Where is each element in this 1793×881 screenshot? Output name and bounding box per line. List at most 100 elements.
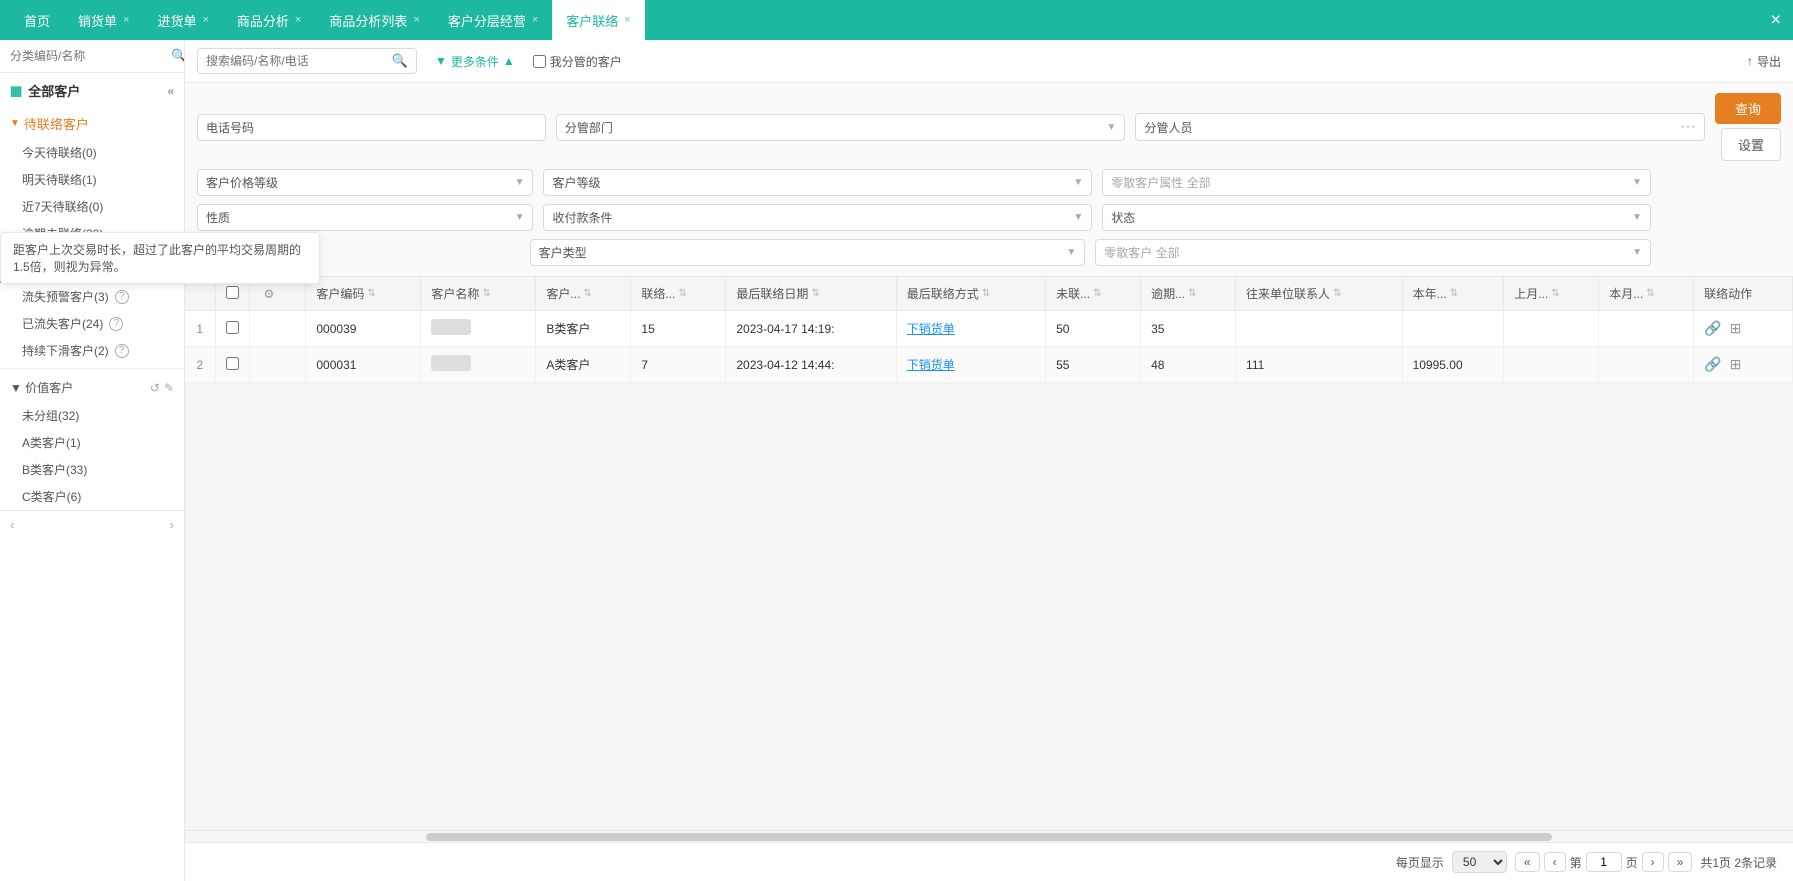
row-contact: 7 bbox=[631, 347, 726, 383]
nav-sales[interactable]: 销货单 × bbox=[64, 0, 143, 40]
my-customers-filter[interactable]: 我分管的客户 bbox=[533, 53, 622, 70]
status-arrow-icon: ▼ bbox=[1632, 212, 1642, 223]
zero-attr-filter[interactable]: 零散客户属性 全部 ▼ bbox=[1102, 169, 1651, 196]
zero-attr-arrow-icon: ▼ bbox=[1632, 177, 1642, 188]
filter-row-2: 客户价格等级 ▼ 客户等级 ▼ 零散客户属性 全部 ▼ bbox=[197, 169, 1781, 196]
search-icon[interactable]: 🔍 bbox=[392, 53, 408, 69]
year-sort-icon[interactable]: ⇅ bbox=[1450, 288, 1458, 299]
sidebar-churned[interactable]: 已流失客户(24) ? bbox=[0, 310, 184, 337]
value-customer-edit-icon[interactable]: ✎ bbox=[164, 381, 174, 395]
nav-product-list-close[interactable]: × bbox=[413, 14, 419, 26]
method-sort-icon[interactable]: ⇅ bbox=[982, 288, 990, 299]
page-size-select[interactable]: 50 100 200 bbox=[1452, 851, 1507, 873]
row-code: 000031 bbox=[306, 347, 421, 383]
export-btn[interactable]: ↑ 导出 bbox=[1747, 53, 1781, 70]
grade-filter[interactable]: 客户等级 ▼ bbox=[543, 169, 1092, 196]
action-grid-icon[interactable]: ⊞ bbox=[1730, 356, 1742, 373]
name-sort-icon[interactable]: ⇅ bbox=[482, 288, 490, 299]
this-month-sort-icon[interactable]: ⇅ bbox=[1646, 288, 1654, 299]
code-sort-icon[interactable]: ⇅ bbox=[367, 288, 375, 299]
next-page-btn[interactable]: › bbox=[1642, 852, 1664, 872]
my-customers-checkbox[interactable] bbox=[533, 55, 546, 68]
close-all-tabs[interactable]: × bbox=[1770, 10, 1781, 31]
row-checkbox-cell[interactable] bbox=[215, 347, 249, 383]
nav-customer-contact-close[interactable]: × bbox=[624, 14, 630, 26]
sidebar-today-pending[interactable]: 今天待联络(0) bbox=[0, 139, 184, 166]
nav-sales-close[interactable]: × bbox=[123, 14, 129, 26]
overdue-sort-icon[interactable]: ⇅ bbox=[1188, 288, 1196, 299]
nav-customer-segment-close[interactable]: × bbox=[532, 14, 538, 26]
action-grid-icon[interactable]: ⊞ bbox=[1730, 320, 1742, 337]
churn-warning-info-icon[interactable]: ? bbox=[115, 290, 129, 304]
action-link-icon[interactable]: 🔗 bbox=[1704, 356, 1721, 373]
churned-info-icon[interactable]: ? bbox=[109, 317, 123, 331]
sidebar-prev-icon[interactable]: ‹ bbox=[10, 517, 14, 532]
customer-type-filter[interactable]: 客户类型 ▼ bbox=[530, 239, 1086, 266]
search-box[interactable]: 🔍 bbox=[197, 48, 417, 74]
sidebar-churn-warning[interactable]: 流失预警客户(3) ? bbox=[0, 283, 184, 310]
status-filter[interactable]: 状态 ▼ bbox=[1102, 204, 1651, 231]
price-grade-filter[interactable]: 客户价格等级 ▼ bbox=[197, 169, 533, 196]
payment-arrow-icon: ▼ bbox=[1073, 212, 1083, 223]
staff-filter[interactable]: 分管人员 ··· bbox=[1135, 113, 1705, 141]
top-nav: 首页 销货单 × 进货单 × 商品分析 × 商品分析列表 × 客户分层经营 × … bbox=[0, 0, 1793, 40]
sidebar-collapse-btn[interactable]: « bbox=[167, 84, 174, 98]
row-last-method: 下销货单 bbox=[896, 347, 1045, 383]
setting-btn[interactable]: 设置 bbox=[1721, 128, 1781, 161]
sidebar-grade-b[interactable]: B类客户(33) bbox=[0, 456, 184, 483]
first-page-btn[interactable]: « bbox=[1515, 852, 1540, 872]
date-sort-icon[interactable]: ⇅ bbox=[811, 288, 819, 299]
more-conditions-btn[interactable]: ▼ 更多条件 ▲ bbox=[427, 49, 523, 74]
nav-customer-segment[interactable]: 客户分层经营 × bbox=[434, 0, 552, 40]
staff-input[interactable] bbox=[1214, 120, 1680, 134]
sidebar-grade-a[interactable]: A类客户(1) bbox=[0, 429, 184, 456]
last-page-btn[interactable]: » bbox=[1668, 852, 1693, 872]
dept-filter[interactable]: 分管部门 ▼ bbox=[556, 114, 1126, 141]
sidebar-tomorrow-pending[interactable]: 明天待联络(1) bbox=[0, 166, 184, 193]
query-btn[interactable]: 查询 bbox=[1715, 93, 1781, 124]
sidebar-search-bar[interactable]: 🔍 bbox=[0, 40, 184, 73]
gender-filter[interactable]: 性质 ▼ bbox=[197, 204, 533, 231]
nav-home[interactable]: 首页 bbox=[10, 0, 64, 40]
contact-sort-icon[interactable]: ⇅ bbox=[678, 288, 686, 299]
row-checkbox[interactable] bbox=[226, 321, 239, 334]
nav-purchase[interactable]: 进货单 × bbox=[143, 0, 222, 40]
row-num: 1 bbox=[185, 311, 215, 347]
unit-sort-icon[interactable]: ⇅ bbox=[1333, 288, 1341, 299]
declining-info-icon[interactable]: ? bbox=[115, 344, 129, 358]
last-month-sort-icon[interactable]: ⇅ bbox=[1551, 288, 1559, 299]
nav-customer-contact[interactable]: 客户联络 × bbox=[552, 0, 644, 40]
nav-product-analysis[interactable]: 商品分析 × bbox=[223, 0, 315, 40]
staff-more-icon[interactable]: ··· bbox=[1680, 118, 1696, 136]
sidebar-search-input[interactable] bbox=[10, 49, 165, 63]
page-number-input[interactable] bbox=[1586, 852, 1622, 872]
row-checkbox[interactable] bbox=[226, 357, 239, 370]
horizontal-scrollbar[interactable] bbox=[185, 830, 1793, 842]
nav-product-analysis-close[interactable]: × bbox=[295, 14, 301, 26]
gear-settings-icon[interactable]: ⚙ bbox=[260, 285, 279, 303]
select-all-checkbox[interactable] bbox=[226, 286, 239, 299]
zero-customer-filter[interactable]: 零散客户 全部 ▼ bbox=[1095, 239, 1651, 266]
nav-product-list[interactable]: 商品分析列表 × bbox=[315, 0, 433, 40]
sidebar-next-icon[interactable]: › bbox=[170, 517, 174, 532]
action-link-icon[interactable]: 🔗 bbox=[1704, 320, 1721, 337]
sidebar-search-icon[interactable]: 🔍 bbox=[171, 48, 185, 64]
sidebar-7day-pending[interactable]: 近7天待联络(0) bbox=[0, 193, 184, 220]
sidebar-value-label[interactable]: ▼ 价值客户 bbox=[10, 379, 73, 396]
type-sort-icon[interactable]: ⇅ bbox=[583, 288, 591, 299]
phone-filter[interactable]: 电话号码 bbox=[197, 114, 546, 141]
prev-page-btn[interactable]: ‹ bbox=[1544, 852, 1566, 872]
sidebar-section-pending[interactable]: ▼ 待联络客户 bbox=[0, 108, 184, 139]
dept-input[interactable] bbox=[635, 120, 1103, 134]
nav-purchase-close[interactable]: × bbox=[202, 14, 208, 26]
phone-input[interactable] bbox=[276, 120, 537, 134]
sidebar-declining[interactable]: 持续下滑客户(2) ? bbox=[0, 337, 184, 364]
row-checkbox-cell[interactable] bbox=[215, 311, 249, 347]
sidebar-ungrouped[interactable]: 未分组(32) bbox=[0, 402, 184, 429]
payment-filter[interactable]: 收付款条件 ▼ bbox=[543, 204, 1092, 231]
sidebar-grade-c[interactable]: C类客户(6) bbox=[0, 483, 184, 510]
search-input[interactable] bbox=[206, 54, 386, 68]
dept-dropdown-icon[interactable]: ▼ bbox=[1107, 122, 1117, 133]
unread-sort-icon[interactable]: ⇅ bbox=[1093, 288, 1101, 299]
value-customer-refresh-icon[interactable]: ↺ bbox=[150, 381, 160, 395]
